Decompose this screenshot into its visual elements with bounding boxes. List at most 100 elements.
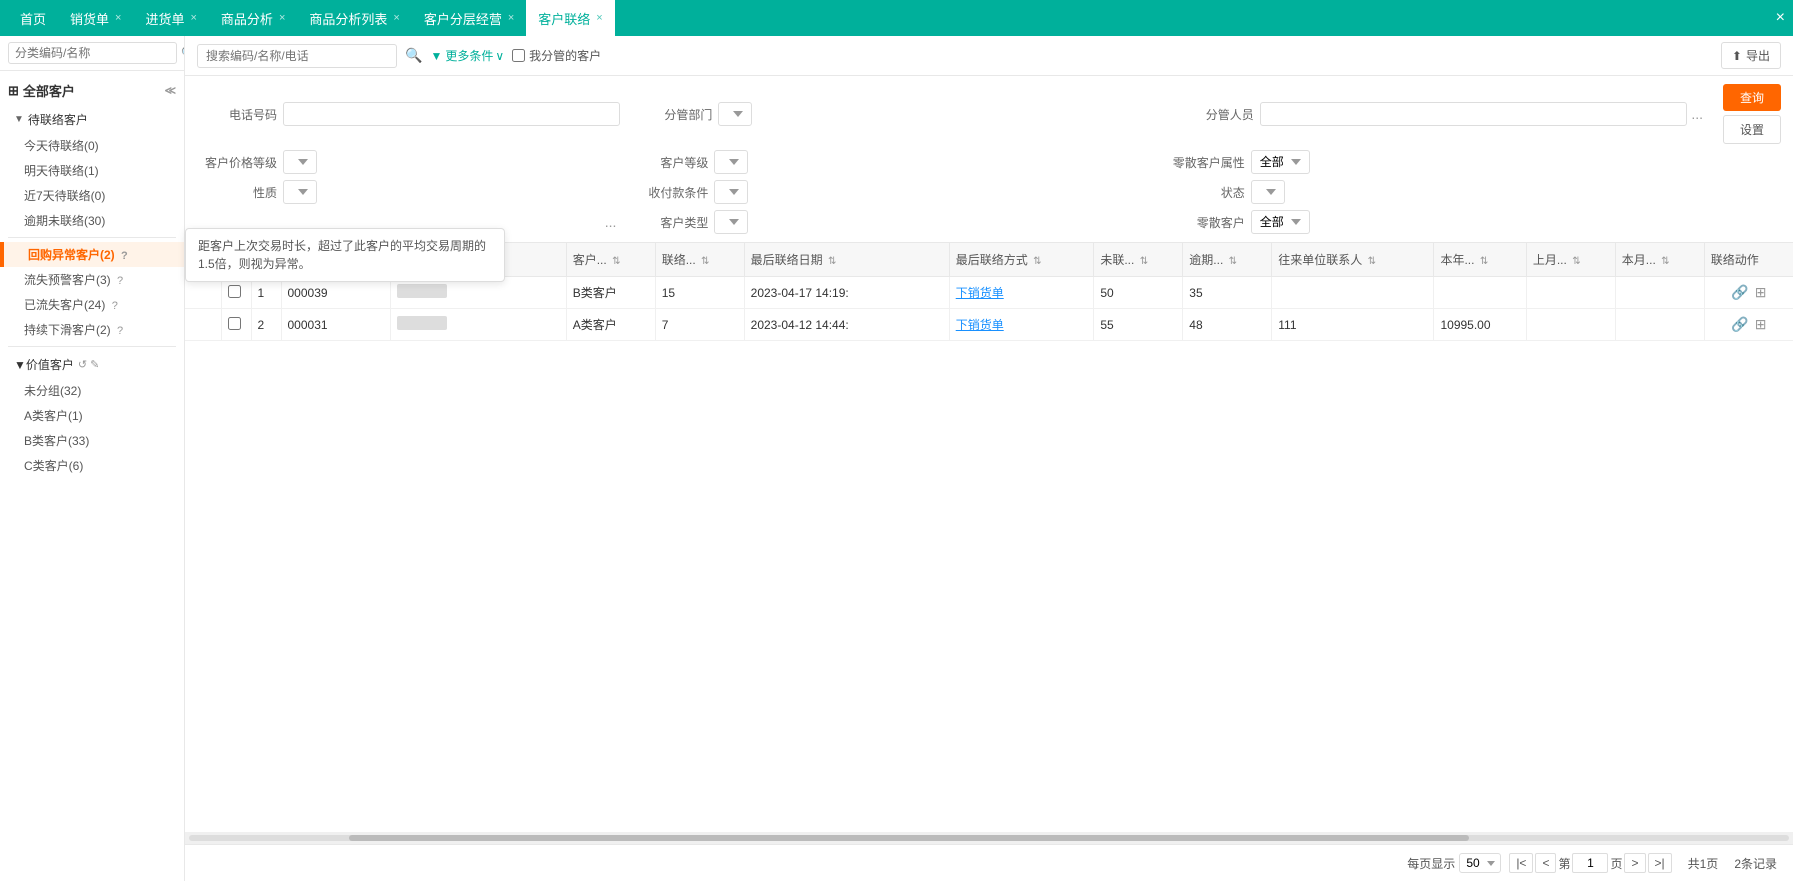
sort-category[interactable]: ⇅ bbox=[612, 256, 620, 267]
th-overdue: 逾期... ⇅ bbox=[1183, 243, 1272, 277]
sidebar-item-c-class[interactable]: C类客户(6) bbox=[0, 453, 184, 478]
page-navigation: |< < 第 页 > >| bbox=[1509, 853, 1671, 873]
prev-page-btn[interactable]: < bbox=[1535, 853, 1556, 873]
action-grid-icon-2[interactable]: ⊞ bbox=[1755, 316, 1767, 333]
close-purchase-tab[interactable]: × bbox=[190, 12, 196, 24]
manager-dots[interactable]: ... bbox=[1691, 106, 1703, 122]
sidebar-value-group[interactable]: ▼ 价值客户 ↺ ✎ bbox=[0, 351, 184, 378]
retail-attr-select[interactable]: 全部 bbox=[1251, 150, 1310, 174]
customer-grade-select[interactable] bbox=[714, 150, 748, 174]
nav-item-purchase[interactable]: 进货单 × bbox=[133, 0, 208, 36]
status-select[interactable] bbox=[1251, 180, 1285, 204]
phone-input[interactable] bbox=[283, 102, 620, 126]
filter-phone: 电话号码 bbox=[197, 102, 620, 126]
query-button[interactable]: 查询 bbox=[1723, 84, 1781, 111]
cell-last-contact-way-1[interactable]: 下销货单 bbox=[949, 277, 1094, 309]
rotate-icon[interactable]: ↺ bbox=[78, 358, 87, 371]
filter-payment: 收付款条件 bbox=[628, 180, 1152, 204]
last-page-btn[interactable]: >| bbox=[1648, 853, 1672, 873]
sidebar-item-7days[interactable]: 近7天待联络(0) bbox=[0, 183, 184, 208]
nav-item-home[interactable]: 首页 bbox=[8, 0, 58, 36]
sort-last-contact-way[interactable]: ⇅ bbox=[1033, 256, 1041, 267]
nav-item-analysis[interactable]: 商品分析 × bbox=[209, 0, 297, 36]
sidebar-all-customers[interactable]: ⊞ 全部客户 ≪ bbox=[0, 75, 184, 106]
action-grid-icon-1[interactable]: ⊞ bbox=[1755, 284, 1767, 301]
sort-overdue[interactable]: ⇅ bbox=[1229, 256, 1237, 267]
sidebar-search-input[interactable] bbox=[8, 42, 177, 64]
manager-input[interactable] bbox=[1260, 102, 1688, 126]
sidebar-item-churned[interactable]: 已流失客户(24) ? bbox=[0, 292, 184, 317]
edit-icon[interactable]: ✎ bbox=[90, 358, 99, 371]
active-bar bbox=[0, 242, 4, 267]
sidebar-item-ungrouped[interactable]: 未分组(32) bbox=[0, 378, 184, 403]
sidebar-item-repurchase-abnormal[interactable]: 回购异常客户(2) ? bbox=[0, 242, 184, 267]
search-button[interactable]: 🔍 bbox=[405, 47, 422, 64]
sidebar-item-tomorrow[interactable]: 明天待联络(1) bbox=[0, 158, 184, 183]
cell-this-year-2: 10995.00 bbox=[1434, 309, 1526, 341]
next-page-btn[interactable]: > bbox=[1624, 853, 1645, 873]
repurchase-help-icon[interactable]: ? bbox=[121, 250, 128, 262]
action-link-icon-1[interactable]: 🔗 bbox=[1731, 284, 1748, 301]
cell-actions-1: 🔗 ⊞ bbox=[1704, 277, 1793, 309]
sidebar-collapse-btn[interactable]: ≪ bbox=[164, 84, 176, 97]
page-input[interactable] bbox=[1572, 853, 1608, 873]
row2-checkbox[interactable] bbox=[228, 317, 241, 330]
name-placeholder-2 bbox=[397, 316, 447, 330]
retail-customer-select[interactable]: 全部 bbox=[1251, 210, 1310, 234]
churned-help-icon[interactable]: ? bbox=[112, 300, 118, 312]
setting-button[interactable]: 设置 bbox=[1723, 115, 1781, 144]
my-customers-checkbox[interactable]: 我分管的客户 bbox=[512, 47, 601, 64]
chevron-down-icon: ∨ bbox=[495, 49, 504, 63]
close-contact-tab[interactable]: × bbox=[596, 12, 602, 24]
close-tier-tab[interactable]: × bbox=[508, 12, 514, 24]
dept-select[interactable] bbox=[718, 102, 752, 126]
sort-last-month[interactable]: ⇅ bbox=[1572, 256, 1580, 267]
th-actions: 联络动作 bbox=[1704, 243, 1793, 277]
close-all-tabs[interactable]: × bbox=[1776, 9, 1785, 27]
sidebar-pending-group[interactable]: ▼ 待联络客户 bbox=[0, 106, 184, 133]
nav-item-customer-tier[interactable]: 客户分层经营 × bbox=[412, 0, 526, 36]
nav-item-customer-contact[interactable]: 客户联络 × bbox=[526, 0, 614, 36]
cell-last-contact-way-2[interactable]: 下销货单 bbox=[949, 309, 1094, 341]
sidebar-item-a-class[interactable]: A类客户(1) bbox=[0, 403, 184, 428]
row1-checkbox[interactable] bbox=[228, 285, 241, 298]
sort-last-contact-date[interactable]: ⇅ bbox=[828, 256, 836, 267]
payment-select[interactable] bbox=[714, 180, 748, 204]
sidebar-item-declining[interactable]: 持续下滑客户(2) ? bbox=[0, 317, 184, 342]
main-layout: 🔍 ⊞ 全部客户 ≪ ▼ 待联络客户 今天待联络(0) 明天待联络(1) 近7天… bbox=[0, 36, 1793, 881]
per-page-select[interactable]: 50 bbox=[1459, 853, 1501, 873]
nav-item-analysis-list[interactable]: 商品分析列表 × bbox=[297, 0, 411, 36]
cell-code-2[interactable]: 000031 bbox=[281, 309, 390, 341]
sort-unread[interactable]: ⇅ bbox=[1140, 256, 1148, 267]
gender-select[interactable] bbox=[283, 180, 317, 204]
cell-this-month-2 bbox=[1615, 309, 1704, 341]
customer-type-select[interactable] bbox=[714, 210, 748, 234]
export-button[interactable]: ⬆ 导出 bbox=[1721, 42, 1781, 69]
sort-contact[interactable]: ⇅ bbox=[701, 256, 709, 267]
my-customers-check[interactable] bbox=[512, 49, 525, 62]
sidebar-item-b-class[interactable]: B类客户(33) bbox=[0, 428, 184, 453]
scrollbar-thumb[interactable] bbox=[349, 835, 1469, 841]
horizontal-scrollbar[interactable] bbox=[185, 832, 1793, 844]
close-analysis-list-tab[interactable]: × bbox=[393, 12, 399, 24]
cell-last-month-1 bbox=[1526, 277, 1615, 309]
sort-this-month[interactable]: ⇅ bbox=[1661, 256, 1669, 267]
close-sales-tab[interactable]: × bbox=[115, 12, 121, 24]
churn-warning-help-icon[interactable]: ? bbox=[117, 275, 123, 287]
sidebar-item-churn-warning[interactable]: 流失预警客户(3) ? bbox=[0, 267, 184, 292]
more-conditions-btn[interactable]: ▼ 更多条件 ∨ bbox=[430, 47, 504, 64]
close-analysis-tab[interactable]: × bbox=[279, 12, 285, 24]
price-grade-select[interactable] bbox=[283, 150, 317, 174]
sidebar-item-today[interactable]: 今天待联络(0) bbox=[0, 133, 184, 158]
sort-unit-contact[interactable]: ⇅ bbox=[1368, 256, 1376, 267]
nav-item-sales[interactable]: 销货单 × bbox=[58, 0, 133, 36]
sidebar-item-overdue[interactable]: 逾期未联络(30) bbox=[0, 208, 184, 233]
extra-dots[interactable]: ... bbox=[605, 214, 617, 230]
sort-this-year[interactable]: ⇅ bbox=[1480, 256, 1488, 267]
row2-actions: 🔗 ⊞ bbox=[1711, 316, 1787, 333]
declining-help-icon[interactable]: ? bbox=[117, 325, 123, 337]
first-page-btn[interactable]: |< bbox=[1509, 853, 1533, 873]
search-input[interactable] bbox=[197, 44, 397, 68]
action-link-icon-2[interactable]: 🔗 bbox=[1731, 316, 1748, 333]
filter-status: 状态 bbox=[1165, 180, 1689, 204]
